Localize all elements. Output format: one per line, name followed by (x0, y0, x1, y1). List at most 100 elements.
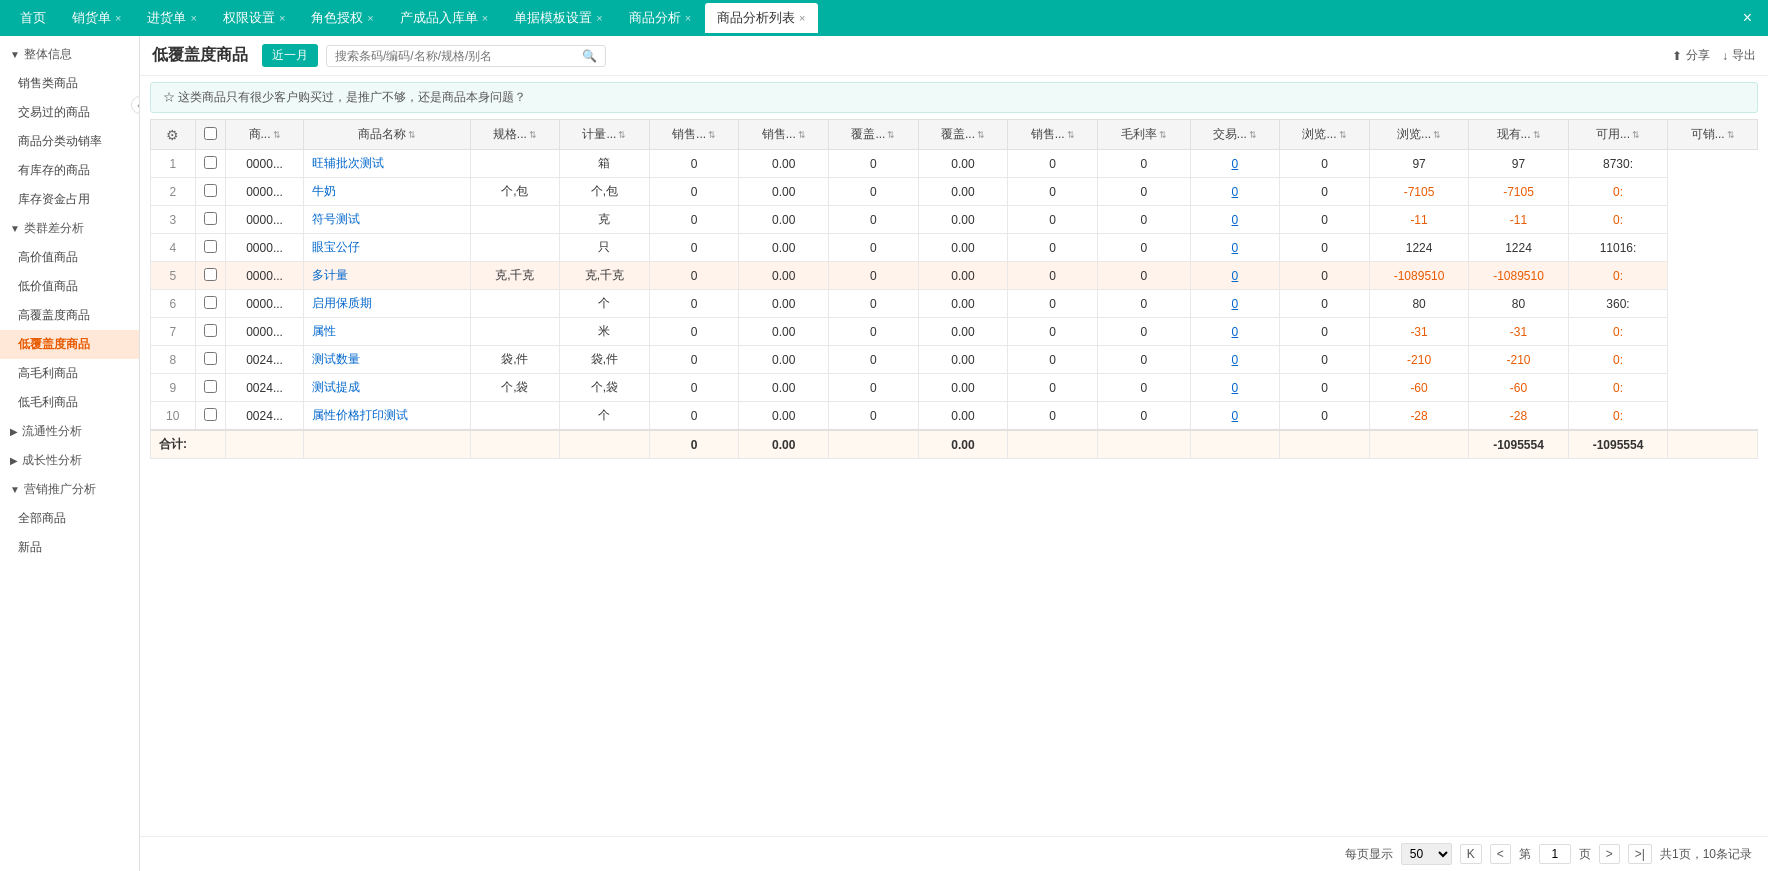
sidebar-item-traded-goods[interactable]: 交易过的商品 (0, 98, 139, 127)
per-page-select[interactable]: 50 100 200 (1401, 843, 1452, 865)
close-production-tab[interactable]: × (482, 12, 488, 24)
sidebar-item-new-goods[interactable]: 新品 (0, 533, 139, 562)
row-name[interactable]: 符号测试 (304, 206, 470, 234)
row-s7[interactable]: 0 (1190, 150, 1280, 178)
th-settings[interactable]: ⚙ (151, 120, 196, 150)
nav-tab-purchase[interactable]: 进货单 × (135, 3, 208, 33)
row-checkbox[interactable] (204, 212, 217, 225)
row-checkbox-cell[interactable] (195, 290, 225, 318)
sidebar-section-overall[interactable]: ▼ 整体信息 (0, 40, 139, 69)
row-s7[interactable]: 0 (1190, 206, 1280, 234)
sidebar-section-liquidity[interactable]: ▶ 流通性分析 (0, 417, 139, 446)
sidebar-item-category-rate[interactable]: 商品分类动销率 (0, 127, 139, 156)
time-filter-button[interactable]: 近一月 (262, 44, 318, 67)
row-checkbox-cell[interactable] (195, 374, 225, 402)
sidebar-section-growth[interactable]: ▶ 成长性分析 (0, 446, 139, 475)
row-checkbox-cell[interactable] (195, 150, 225, 178)
nav-tab-production[interactable]: 产成品入库单 × (388, 3, 500, 33)
th-code[interactable]: 商...⇅ (225, 120, 304, 150)
row-s7[interactable]: 0 (1190, 290, 1280, 318)
row-checkbox-cell[interactable] (195, 262, 225, 290)
row-s7[interactable]: 0 (1190, 402, 1280, 431)
row-checkbox-cell[interactable] (195, 346, 225, 374)
settings-icon[interactable]: ⚙ (166, 127, 179, 143)
prev-page-btn[interactable]: < (1490, 844, 1511, 864)
th-s10[interactable]: 现有...⇅ (1469, 120, 1568, 150)
sidebar-item-low-coverage[interactable]: 低覆盖度商品 (0, 330, 139, 359)
row-name[interactable]: 牛奶 (304, 178, 470, 206)
close-analysis-list-tab[interactable]: × (799, 12, 805, 24)
row-checkbox[interactable] (204, 268, 217, 281)
sidebar-item-high-coverage[interactable]: 高覆盖度商品 (0, 301, 139, 330)
sidebar-item-high-value[interactable]: 高价值商品 (0, 243, 139, 272)
th-s4[interactable]: 覆盖...⇅ (918, 120, 1008, 150)
close-analysis-tab[interactable]: × (685, 12, 691, 24)
row-checkbox[interactable] (204, 156, 217, 169)
search-icon[interactable]: 🔍 (582, 49, 597, 63)
row-checkbox[interactable] (204, 408, 217, 421)
close-sales-tab[interactable]: × (115, 12, 121, 24)
row-checkbox-cell[interactable] (195, 206, 225, 234)
export-button[interactable]: ↓ 导出 (1722, 47, 1756, 64)
page-input[interactable] (1539, 844, 1571, 864)
last-page-btn[interactable]: >| (1628, 844, 1652, 864)
close-purchase-tab[interactable]: × (190, 12, 196, 24)
th-spec[interactable]: 规格...⇅ (470, 120, 560, 150)
row-name[interactable]: 测试提成 (304, 374, 470, 402)
row-name[interactable]: 属性价格打印测试 (304, 402, 470, 431)
row-checkbox-cell[interactable] (195, 178, 225, 206)
th-s6[interactable]: 毛利率⇅ (1097, 120, 1190, 150)
th-s12[interactable]: 可销...⇅ (1668, 120, 1758, 150)
close-permission-tab[interactable]: × (279, 12, 285, 24)
nav-tab-role[interactable]: 角色授权 × (299, 3, 385, 33)
share-button[interactable]: ⬆ 分享 (1672, 47, 1710, 64)
row-checkbox[interactable] (204, 352, 217, 365)
row-name[interactable]: 旺辅批次测试 (304, 150, 470, 178)
nav-tab-sales[interactable]: 销货单 × (60, 3, 133, 33)
first-page-btn[interactable]: K (1460, 844, 1482, 864)
th-s8[interactable]: 浏览...⇅ (1280, 120, 1370, 150)
th-s5[interactable]: 销售...⇅ (1008, 120, 1098, 150)
th-name[interactable]: 商品名称⇅ (304, 120, 470, 150)
th-s7[interactable]: 交易...⇅ (1190, 120, 1280, 150)
nav-tab-template[interactable]: 单据模板设置 × (502, 3, 614, 33)
sidebar-item-all-goods[interactable]: 全部商品 (0, 504, 139, 533)
row-name[interactable]: 测试数量 (304, 346, 470, 374)
sidebar-item-low-value[interactable]: 低价值商品 (0, 272, 139, 301)
th-s1[interactable]: 销售...⇅ (649, 120, 739, 150)
row-s7[interactable]: 0 (1190, 318, 1280, 346)
sidebar-item-in-stock[interactable]: 有库存的商品 (0, 156, 139, 185)
row-checkbox[interactable] (204, 324, 217, 337)
row-s7[interactable]: 0 (1190, 178, 1280, 206)
row-checkbox[interactable] (204, 296, 217, 309)
row-checkbox-cell[interactable] (195, 234, 225, 262)
sidebar-item-high-profit[interactable]: 高毛利商品 (0, 359, 139, 388)
sidebar-item-stock-capital[interactable]: 库存资金占用 (0, 185, 139, 214)
row-checkbox[interactable] (204, 240, 217, 253)
row-name[interactable]: 启用保质期 (304, 290, 470, 318)
th-unit[interactable]: 计量...⇅ (560, 120, 650, 150)
row-checkbox-cell[interactable] (195, 402, 225, 431)
sidebar-item-low-profit[interactable]: 低毛利商品 (0, 388, 139, 417)
sidebar-item-sales-goods[interactable]: 销售类商品 (0, 69, 139, 98)
th-s11[interactable]: 可用...⇅ (1568, 120, 1667, 150)
nav-tab-analysis-list[interactable]: 商品分析列表 × (705, 3, 817, 33)
th-s2[interactable]: 销售...⇅ (739, 120, 829, 150)
next-page-btn[interactable]: > (1599, 844, 1620, 864)
close-role-tab[interactable]: × (367, 12, 373, 24)
row-s7[interactable]: 0 (1190, 374, 1280, 402)
row-s7[interactable]: 0 (1190, 346, 1280, 374)
th-s3[interactable]: 覆盖...⇅ (829, 120, 919, 150)
close-all-button[interactable]: × (1735, 5, 1760, 31)
nav-tab-analysis[interactable]: 商品分析 × (617, 3, 703, 33)
row-checkbox[interactable] (204, 184, 217, 197)
row-name[interactable]: 多计量 (304, 262, 470, 290)
th-s9[interactable]: 浏览...⇅ (1369, 120, 1468, 150)
row-name[interactable]: 眼宝公仔 (304, 234, 470, 262)
row-checkbox-cell[interactable] (195, 318, 225, 346)
row-checkbox[interactable] (204, 380, 217, 393)
search-input[interactable] (335, 49, 578, 63)
row-s7[interactable]: 0 (1190, 262, 1280, 290)
row-name[interactable]: 属性 (304, 318, 470, 346)
sidebar-section-marketing[interactable]: ▼ 营销推广分析 (0, 475, 139, 504)
